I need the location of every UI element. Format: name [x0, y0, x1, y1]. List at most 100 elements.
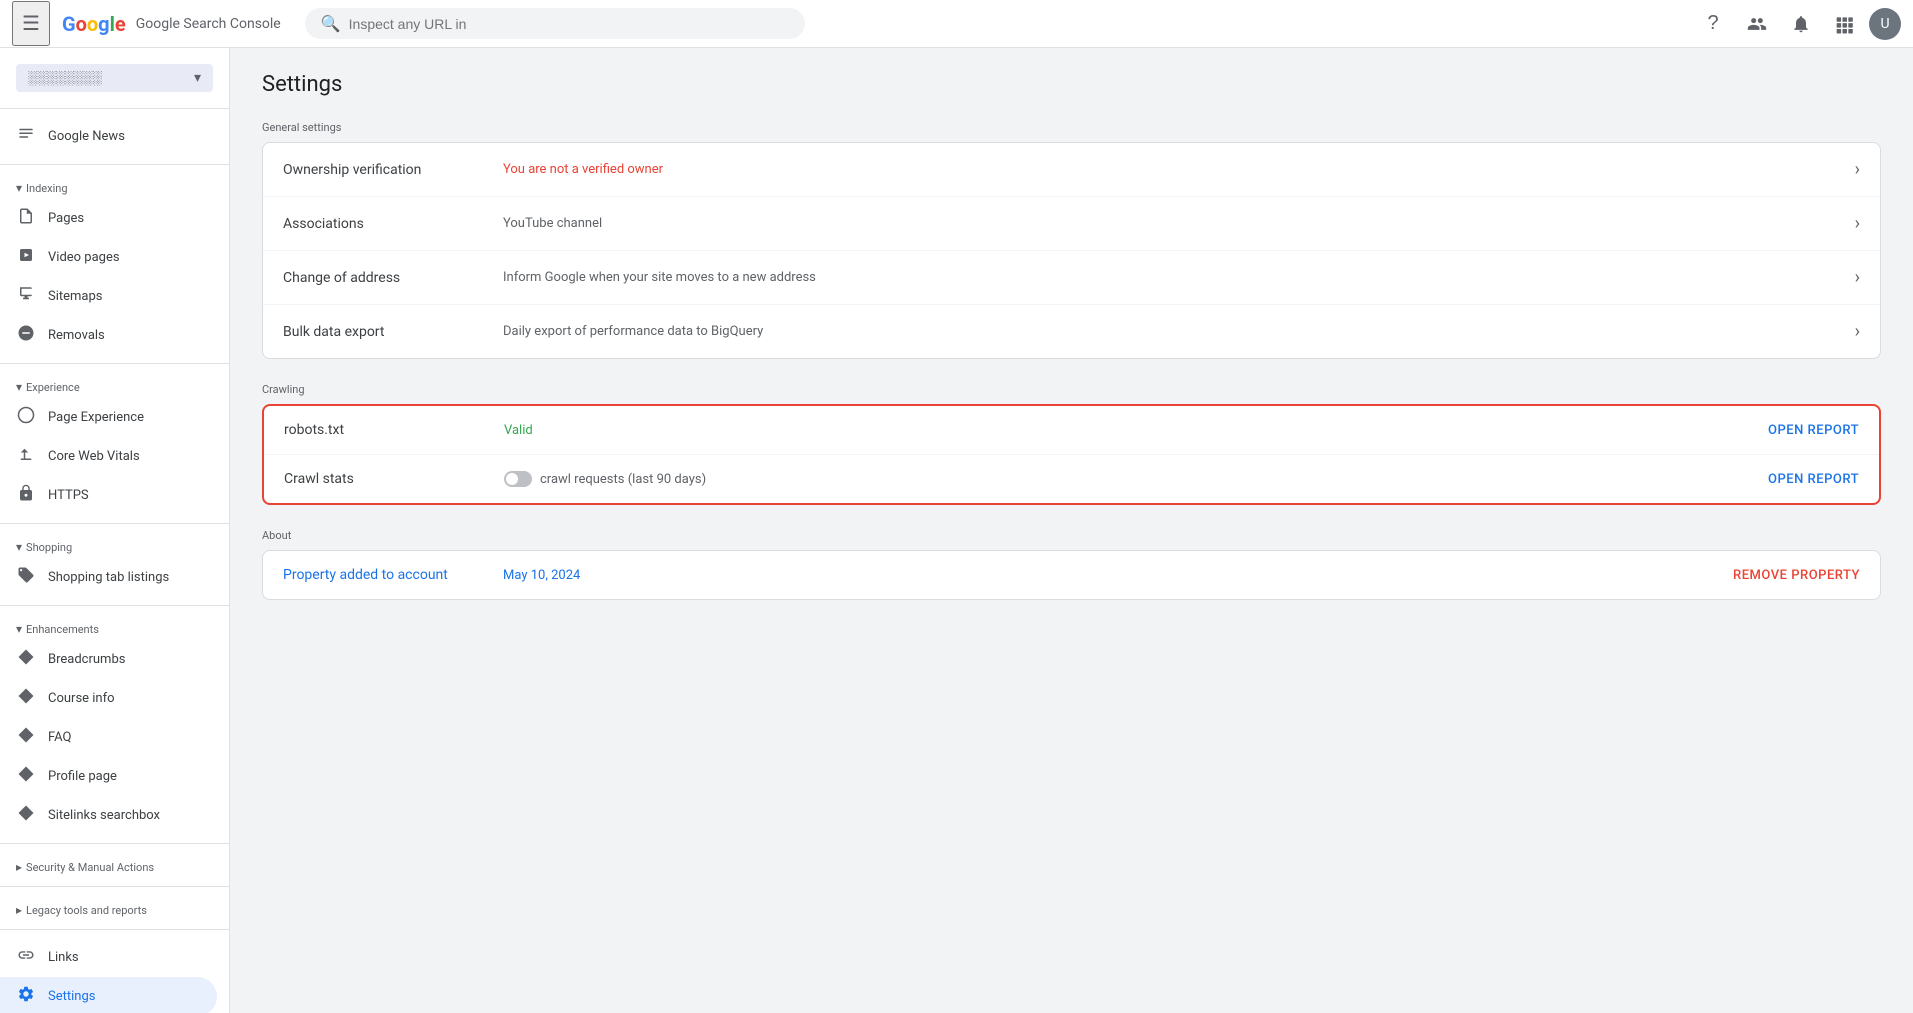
sidebar-item-https[interactable]: HTTPS — [0, 476, 217, 515]
sidebar-item-pages[interactable]: Pages — [0, 199, 217, 238]
associations-row[interactable]: Associations YouTube channel › — [263, 197, 1880, 251]
menu-icon[interactable]: ☰ — [12, 1, 50, 46]
sidebar-item-video-pages-label: Video pages — [48, 250, 120, 265]
sidebar-section-experience[interactable]: ▾ Experience — [0, 372, 229, 398]
crawl-stats-title: Crawl stats — [284, 471, 504, 487]
sidebar-item-links[interactable]: Links — [0, 938, 217, 977]
sidebar-section-indexing[interactable]: ▾ Indexing — [0, 173, 229, 199]
sidebar-item-core-web-vitals[interactable]: Core Web Vitals — [0, 437, 217, 476]
sidebar-item-course-info[interactable]: Course info — [0, 679, 217, 718]
profile-page-icon — [16, 765, 36, 788]
sidebar-divider-5 — [0, 843, 229, 844]
ownership-verification-value: You are not a verified owner — [503, 162, 1847, 177]
sidebar-section-security[interactable]: ▸ Security & Manual Actions — [0, 852, 229, 878]
sidebar-item-pages-label: Pages — [48, 211, 84, 226]
search-bar[interactable]: 🔍 — [305, 8, 805, 39]
sidebar-item-page-experience[interactable]: Page Experience — [0, 398, 217, 437]
main-content: Settings General settings Ownership veri… — [230, 48, 1913, 1013]
robots-txt-title: robots.txt — [284, 422, 504, 438]
sidebar-item-removals[interactable]: Removals — [0, 316, 217, 355]
core-web-vitals-icon — [16, 445, 36, 468]
sidebar-section-shopping-label: Shopping — [26, 541, 72, 554]
general-settings-card: Ownership verification You are not a ver… — [262, 142, 1881, 359]
removals-icon — [16, 324, 36, 347]
sidebar-item-faq-label: FAQ — [48, 730, 71, 745]
sidebar-section-security-label: Security & Manual Actions — [26, 861, 154, 874]
page-experience-icon — [16, 406, 36, 429]
notifications-icon[interactable] — [1781, 4, 1821, 44]
ownership-verification-chevron: › — [1855, 159, 1860, 180]
bulk-data-export-row[interactable]: Bulk data export Daily export of perform… — [263, 305, 1880, 358]
layout: ░░░░░░░░ ▾ Google News ▾ Indexing Pages — [0, 48, 1913, 1013]
robots-txt-value: Valid — [504, 423, 1768, 438]
sidebar-section-legacy[interactable]: ▸ Legacy tools and reports — [0, 895, 229, 921]
property-added-row: Property added to account May 10, 2024 R… — [263, 551, 1880, 599]
settings-icon — [16, 985, 36, 1008]
faq-icon — [16, 726, 36, 749]
video-pages-icon — [16, 246, 36, 269]
property-selector[interactable]: ░░░░░░░░ ▾ — [16, 64, 213, 92]
sidebar-item-profile-page[interactable]: Profile page — [0, 757, 217, 796]
ownership-verification-row[interactable]: Ownership verification You are not a ver… — [263, 143, 1880, 197]
remove-property-button[interactable]: REMOVE PROPERTY — [1733, 568, 1860, 583]
sidebar-item-shopping-tab-listings[interactable]: Shopping tab listings — [0, 558, 217, 597]
sidebar-item-video-pages[interactable]: Video pages — [0, 238, 217, 277]
logo[interactable]: Google Google Search Console — [62, 12, 281, 36]
associations-title: Associations — [283, 216, 503, 232]
sidebar-item-page-experience-label: Page Experience — [48, 410, 144, 425]
crawl-stats-row[interactable]: Crawl stats crawl requests (last 90 days… — [264, 455, 1879, 503]
change-of-address-row[interactable]: Change of address Inform Google when you… — [263, 251, 1880, 305]
sidebar-item-settings[interactable]: Settings — [0, 977, 217, 1013]
property-selector-container: ░░░░░░░░ ▾ — [0, 56, 229, 100]
sidebar-divider-4 — [0, 605, 229, 606]
robots-txt-row[interactable]: robots.txt Valid OPEN REPORT — [264, 406, 1879, 455]
sidebar: ░░░░░░░░ ▾ Google News ▾ Indexing Pages — [0, 48, 230, 1013]
chevron-down-icon-indexing: ▾ — [16, 181, 22, 195]
sidebar-section-experience-label: Experience — [26, 381, 80, 394]
account-circle-icon[interactable] — [1737, 4, 1777, 44]
crawl-stats-open-report[interactable]: OPEN REPORT — [1768, 472, 1859, 487]
sidebar-item-breadcrumbs[interactable]: Breadcrumbs — [0, 640, 217, 679]
topbar-actions: ? U — [1693, 4, 1901, 44]
associations-value: YouTube channel — [503, 216, 1847, 231]
chevron-down-icon-experience: ▾ — [16, 380, 22, 394]
change-of-address-desc: Inform Google when your site moves to a … — [503, 270, 1847, 285]
search-input[interactable] — [349, 16, 789, 32]
avatar[interactable]: U — [1869, 8, 1901, 40]
chevron-right-icon-security: ▸ — [16, 860, 22, 874]
sidebar-item-sitelinks-searchbox[interactable]: Sitelinks searchbox — [0, 796, 217, 835]
sidebar-item-core-web-vitals-label: Core Web Vitals — [48, 449, 140, 464]
sidebar-item-google-news-label: Google News — [48, 129, 125, 144]
help-icon[interactable]: ? — [1693, 4, 1733, 44]
sidebar-item-sitemaps-label: Sitemaps — [48, 289, 103, 304]
sidebar-divider-7 — [0, 929, 229, 930]
links-icon — [16, 946, 36, 969]
app-name: Google Search Console — [136, 16, 281, 32]
robots-txt-open-report[interactable]: OPEN REPORT — [1768, 423, 1859, 438]
change-of-address-chevron: › — [1855, 267, 1860, 288]
sidebar-item-sitemaps[interactable]: Sitemaps — [0, 277, 217, 316]
sidebar-divider-3 — [0, 523, 229, 524]
associations-chevron: › — [1855, 213, 1860, 234]
sitemaps-icon — [16, 285, 36, 308]
sidebar-item-settings-label: Settings — [48, 989, 95, 1004]
sitelinks-searchbox-icon — [16, 804, 36, 827]
sidebar-section-enhancements[interactable]: ▾ Enhancements — [0, 614, 229, 640]
general-settings-label: General settings — [262, 121, 1881, 134]
sidebar-divider-2 — [0, 363, 229, 364]
apps-icon[interactable] — [1825, 4, 1865, 44]
sidebar-section-shopping[interactable]: ▾ Shopping — [0, 532, 229, 558]
sidebar-item-sitelinks-searchbox-label: Sitelinks searchbox — [48, 808, 160, 823]
sidebar-item-faq[interactable]: FAQ — [0, 718, 217, 757]
about-card: Property added to account May 10, 2024 R… — [262, 550, 1881, 600]
sidebar-item-google-news[interactable]: Google News — [0, 117, 217, 156]
google-news-icon — [16, 125, 36, 148]
sidebar-item-https-label: HTTPS — [48, 488, 89, 503]
bulk-data-export-title: Bulk data export — [283, 324, 503, 340]
crawl-stats-desc: crawl requests (last 90 days) — [540, 472, 1768, 487]
pages-icon — [16, 207, 36, 230]
sidebar-item-profile-page-label: Profile page — [48, 769, 117, 784]
ownership-verification-title: Ownership verification — [283, 162, 503, 178]
crawl-toggle[interactable] — [504, 471, 532, 487]
sidebar-divider-6 — [0, 886, 229, 887]
